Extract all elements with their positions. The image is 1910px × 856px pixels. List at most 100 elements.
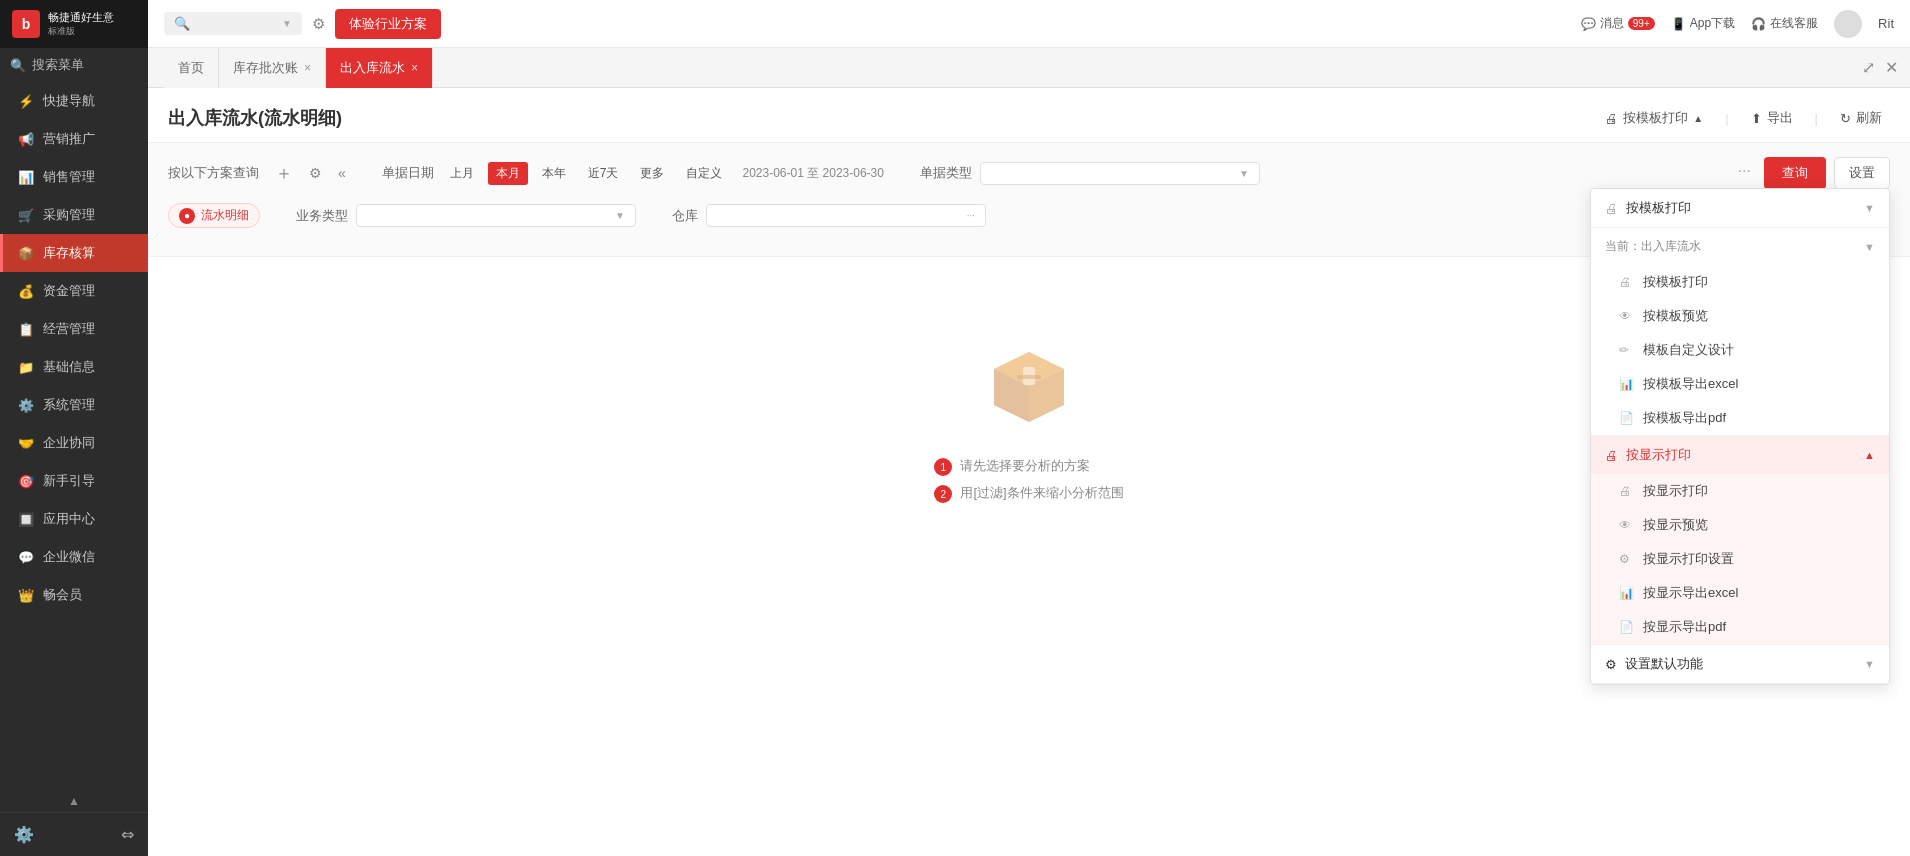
scroll-up-button[interactable]: ▲ bbox=[68, 794, 80, 808]
app-download-button[interactable]: 📱 App下载 bbox=[1671, 15, 1735, 32]
newbie-icon: 🎯 bbox=[17, 472, 35, 490]
template-excel-item[interactable]: 📊 按模板导出excel bbox=[1591, 367, 1889, 401]
sidebar-item-label: 库存核算 bbox=[43, 244, 95, 262]
message-button[interactable]: 💬 消息 99+ bbox=[1581, 15, 1655, 32]
tab-close-all-button[interactable]: ✕ bbox=[1885, 58, 1898, 77]
sidebar-item-inventory[interactable]: 📦 库存核算 bbox=[0, 234, 148, 272]
print-icon: 🖨 bbox=[1605, 111, 1618, 126]
template-print-item[interactable]: 🖨 按模板打印 bbox=[1591, 265, 1889, 299]
display-excel-item[interactable]: 📊 按显示导出excel bbox=[1591, 576, 1889, 610]
display-pdf-item[interactable]: 📄 按显示导出pdf bbox=[1591, 610, 1889, 644]
export-icon: ⬆ bbox=[1751, 111, 1762, 126]
date-option-7days[interactable]: 近7天 bbox=[580, 162, 627, 185]
display-print-section-header[interactable]: 🖨 按显示打印 ▲ bbox=[1591, 436, 1889, 474]
tabbar-actions: ⤢ ✕ bbox=[1862, 58, 1910, 77]
date-option-last-month[interactable]: 上月 bbox=[442, 162, 482, 185]
current-section-header[interactable]: 当前：出入库流水 ▼ bbox=[1591, 228, 1889, 265]
template-pdf-item[interactable]: 📄 按模板导出pdf bbox=[1591, 401, 1889, 435]
set-default-left: ⚙ 设置默认功能 bbox=[1605, 655, 1703, 673]
date-filter-group: 单据日期 上月 本月 本年 近7天 更多 自定义 2023-06-01 至 20… bbox=[382, 162, 884, 185]
export-button[interactable]: ⬆ 导出 bbox=[1743, 104, 1801, 132]
date-option-more[interactable]: 更多 bbox=[632, 162, 672, 185]
sidebar-item-label: 企业协同 bbox=[43, 434, 95, 452]
display-preview-label: 按显示预览 bbox=[1643, 516, 1708, 534]
display-print-icon: 🖨 bbox=[1605, 448, 1618, 463]
topbar-search-box[interactable]: 🔍 ▼ bbox=[164, 12, 302, 35]
warehouse-more-icon[interactable]: ··· bbox=[967, 210, 975, 221]
sidebar-item-system[interactable]: ⚙️ 系统管理 bbox=[0, 386, 148, 424]
date-option-this-month[interactable]: 本月 bbox=[488, 162, 528, 185]
template-print-header-left: 🖨 按模板打印 bbox=[1605, 199, 1691, 217]
sidebar-item-newbie[interactable]: 🎯 新手引导 bbox=[0, 462, 148, 500]
tab-flow-close[interactable]: × bbox=[411, 61, 418, 75]
user-avatar[interactable] bbox=[1834, 10, 1862, 38]
template-preview-item[interactable]: 👁 按模板预览 bbox=[1591, 299, 1889, 333]
sidebar-item-collab[interactable]: 🤝 企业协同 bbox=[0, 424, 148, 462]
biz-type-select[interactable]: ▼ bbox=[356, 204, 636, 227]
refresh-button[interactable]: ↻ 刷新 bbox=[1832, 104, 1890, 132]
sidebar-search[interactable]: 🔍 搜索菜单 bbox=[0, 48, 148, 82]
customer-service-label: 在线客服 bbox=[1770, 15, 1818, 32]
sidebar-item-basic[interactable]: 📁 基础信息 bbox=[0, 348, 148, 386]
tab-flow[interactable]: 出入库流水 × bbox=[326, 48, 433, 88]
display-print-section-label: 按显示打印 bbox=[1626, 446, 1691, 464]
settings-button[interactable]: 设置 bbox=[1834, 157, 1890, 189]
filter-settings-icon[interactable]: ⚙ bbox=[309, 165, 322, 181]
more-options-icon[interactable]: ··· bbox=[1733, 157, 1756, 189]
tab-restore-button[interactable]: ⤢ bbox=[1862, 58, 1875, 77]
filter-add-icon[interactable]: ＋ bbox=[275, 161, 293, 185]
tab-home[interactable]: 首页 bbox=[164, 48, 219, 88]
operation-icon: 📋 bbox=[17, 320, 35, 338]
template-excel-icon: 📊 bbox=[1619, 377, 1635, 391]
display-print-header-left: 🖨 按显示打印 bbox=[1605, 446, 1691, 464]
topbar-left: 🔍 ▼ ⚙ 体验行业方案 bbox=[164, 9, 441, 39]
query-button[interactable]: 查询 bbox=[1764, 157, 1826, 189]
sidebar-item-app-center[interactable]: 🔲 应用中心 bbox=[0, 500, 148, 538]
settings-icon[interactable]: ⚙️ bbox=[14, 825, 34, 844]
doc-type-select[interactable]: ▼ bbox=[980, 162, 1260, 185]
sidebar-item-sales[interactable]: 📊 销售管理 bbox=[0, 158, 148, 196]
quick-nav-icon: ⚡ bbox=[17, 92, 35, 110]
print-chevron-up-icon: ▲ bbox=[1693, 113, 1703, 124]
sidebar-item-label: 销售管理 bbox=[43, 168, 95, 186]
topbar-gear-icon[interactable]: ⚙ bbox=[312, 15, 325, 33]
sidebar-item-marketing[interactable]: 📢 营销推广 bbox=[0, 120, 148, 158]
date-option-this-year[interactable]: 本年 bbox=[534, 162, 574, 185]
tab-home-label: 首页 bbox=[178, 59, 204, 77]
tab-batch[interactable]: 库存批次账 × bbox=[219, 48, 326, 88]
display-print-item[interactable]: 🖨 按显示打印 bbox=[1591, 474, 1889, 508]
industry-solution-button[interactable]: 体验行业方案 bbox=[335, 9, 441, 39]
tab-batch-label: 库存批次账 bbox=[233, 59, 298, 77]
customer-service-button[interactable]: 🎧 在线客服 bbox=[1751, 15, 1818, 32]
query-action-area: ··· 查询 设置 bbox=[1733, 157, 1890, 189]
current-header-left: 当前：出入库流水 bbox=[1605, 238, 1701, 255]
topbar: 🔍 ▼ ⚙ 体验行业方案 💬 消息 99+ 📱 App下载 🎧 在线客服 Ri bbox=[148, 0, 1910, 48]
set-default-header[interactable]: ⚙ 设置默认功能 ▼ bbox=[1591, 645, 1889, 683]
display-settings-label: 按显示打印设置 bbox=[1643, 550, 1734, 568]
user-name: Rit bbox=[1878, 16, 1894, 31]
set-default-chevron: ▼ bbox=[1864, 658, 1875, 670]
sidebar-item-label: 应用中心 bbox=[43, 510, 95, 528]
sidebar-item-operation[interactable]: 📋 经营管理 bbox=[0, 310, 148, 348]
sidebar-item-label: 企业微信 bbox=[43, 548, 95, 566]
date-option-custom[interactable]: 自定义 bbox=[678, 162, 730, 185]
warehouse-select[interactable]: ··· bbox=[706, 204, 986, 227]
section-chevron-icon: ▼ bbox=[1864, 202, 1875, 214]
tab-batch-close[interactable]: × bbox=[304, 61, 311, 75]
topbar-search-input[interactable] bbox=[196, 17, 276, 31]
content-area: 出入库流水(流水明细) 🖨 按模板打印 ▲ | ⬆ 导出 | ↻ 刷新 bbox=[148, 88, 1910, 856]
print-template-button[interactable]: 🖨 按模板打印 ▲ bbox=[1597, 104, 1711, 132]
filter-collapse-icon[interactable]: « bbox=[338, 165, 346, 181]
sidebar-item-member[interactable]: 👑 畅会员 bbox=[0, 576, 148, 614]
sidebar-item-purchase[interactable]: 🛒 采购管理 bbox=[0, 196, 148, 234]
display-preview-item[interactable]: 👁 按显示预览 bbox=[1591, 508, 1889, 542]
inventory-icon: 📦 bbox=[17, 244, 35, 262]
print-dropdown-panel: 🖨 按模板打印 ▼ 当前：出入库流水 ▼ 🖨 按模板打印 bbox=[1590, 188, 1890, 685]
display-print-settings-item[interactable]: ⚙ 按显示打印设置 bbox=[1591, 542, 1889, 576]
template-print-section-header[interactable]: 🖨 按模板打印 ▼ bbox=[1591, 189, 1889, 227]
sidebar-item-weixin[interactable]: 💬 企业微信 bbox=[0, 538, 148, 576]
collapse-sidebar-icon[interactable]: ⇔ bbox=[121, 825, 134, 844]
sidebar-item-quick-nav[interactable]: ⚡ 快捷导航 bbox=[0, 82, 148, 120]
template-custom-item[interactable]: ✏ 模板自定义设计 bbox=[1591, 333, 1889, 367]
sidebar-item-finance[interactable]: 💰 资金管理 bbox=[0, 272, 148, 310]
